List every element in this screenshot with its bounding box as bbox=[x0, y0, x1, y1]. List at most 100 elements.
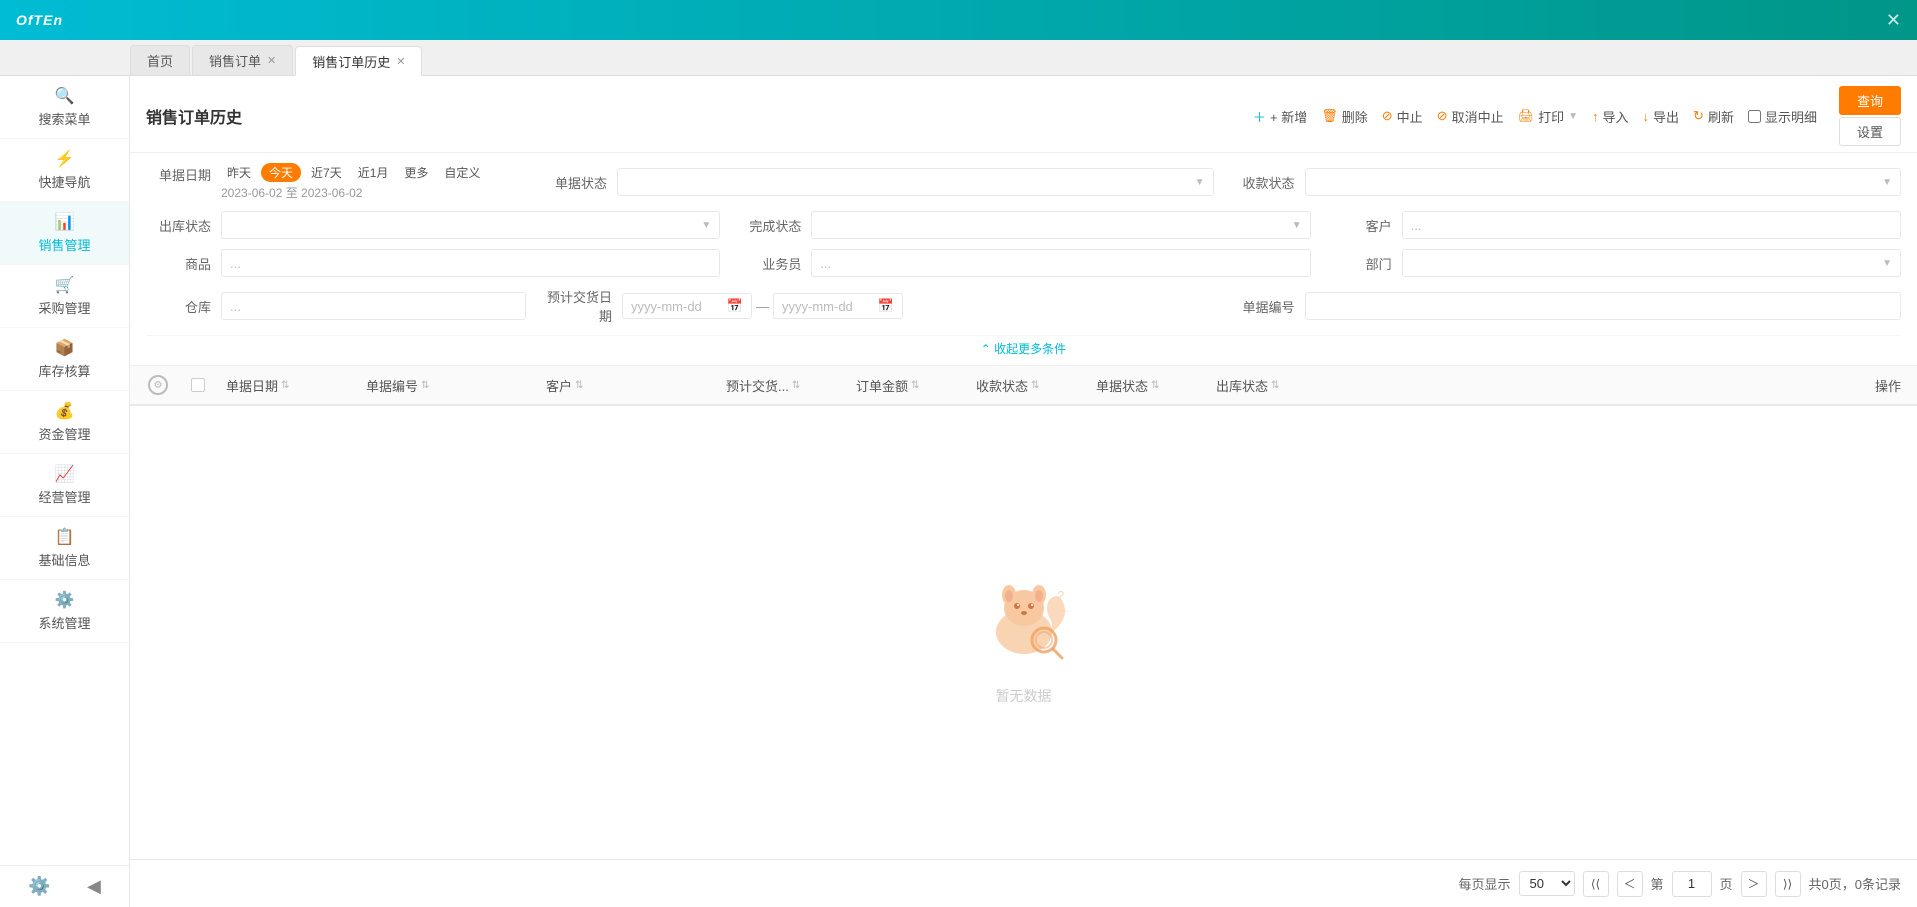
th-bill-status-sort-icon: ⇅ bbox=[1151, 380, 1159, 391]
outbound-status-arrow-icon: ▼ bbox=[701, 220, 711, 231]
purchase-mgmt-label: 采购管理 bbox=[38, 298, 90, 317]
th-action: 操作 bbox=[1328, 376, 1909, 395]
sidebar-collapse-icon[interactable]: ◀ bbox=[87, 876, 101, 897]
import-button[interactable]: ↑ 导入 bbox=[1592, 107, 1629, 126]
payment-status-label: 收款状态 bbox=[1230, 173, 1305, 192]
delivery-date-from-input[interactable]: yyyy-mm-dd 📅 bbox=[622, 293, 752, 319]
calendar-to-icon: 📅 bbox=[878, 298, 894, 314]
quick-nav-icon: ⚡ bbox=[55, 149, 75, 169]
first-page-btn[interactable]: ⟨⟨ bbox=[1583, 871, 1609, 897]
th-outbound-sort-icon: ⇅ bbox=[1271, 380, 1279, 391]
week-btn[interactable]: 近7天 bbox=[305, 163, 348, 182]
tab-sales-order-history-label: 销售订单历史 bbox=[312, 52, 390, 71]
bill-no-input[interactable] bbox=[1305, 292, 1902, 320]
sidebar-item-purchase-mgmt[interactable]: 🛒 采购管理 bbox=[0, 265, 129, 328]
sidebar-settings-icon[interactable]: ⚙️ bbox=[28, 876, 50, 897]
month-btn[interactable]: 近1月 bbox=[352, 163, 395, 182]
outbound-status-label: 出库状态 bbox=[146, 216, 221, 235]
complete-status-select[interactable]: ▼ bbox=[811, 211, 1310, 239]
sidebar-item-operations[interactable]: 📈 经营管理 bbox=[0, 454, 129, 517]
sidebar-item-inventory[interactable]: 📦 库存核算 bbox=[0, 328, 129, 391]
bill-status-select[interactable]: ▼ bbox=[617, 168, 1214, 196]
th-customer[interactable]: 客户 ⇅ bbox=[538, 376, 718, 395]
bill-status-arrow-icon: ▼ bbox=[1195, 177, 1205, 188]
finance-icon: 💰 bbox=[55, 401, 75, 421]
department-select[interactable]: ▼ bbox=[1402, 249, 1901, 277]
tab-sales-order[interactable]: 销售订单 ✕ bbox=[192, 45, 293, 75]
customer-input[interactable]: ... bbox=[1402, 211, 1901, 239]
quick-nav-label: 快捷导航 bbox=[38, 172, 90, 191]
query-button[interactable]: 查询 bbox=[1839, 86, 1901, 115]
purchase-mgmt-icon: 🛒 bbox=[55, 275, 75, 295]
more-btn[interactable]: 更多 bbox=[398, 163, 434, 182]
warehouse-label: 仓库 bbox=[146, 297, 221, 316]
delivery-date-to-input[interactable]: yyyy-mm-dd 📅 bbox=[773, 293, 903, 319]
page-label: 第 bbox=[1651, 874, 1664, 893]
tab-sales-order-close[interactable]: ✕ bbox=[267, 54, 276, 67]
date-filter-label: 单据日期 bbox=[146, 163, 221, 184]
select-all-checkbox[interactable] bbox=[191, 378, 205, 392]
tab-sales-order-history-close[interactable]: ✕ bbox=[396, 55, 405, 68]
today-btn[interactable]: 今天 bbox=[261, 163, 301, 182]
new-button[interactable]: ＋ + 新增 bbox=[1253, 107, 1307, 126]
th-amount-sort-icon: ⇅ bbox=[911, 380, 919, 391]
table-settings-col[interactable]: ⚙ bbox=[138, 375, 178, 395]
print-icon: 🖨 bbox=[1518, 108, 1535, 124]
settings-button[interactable]: 设置 bbox=[1839, 117, 1901, 146]
th-date[interactable]: 单据日期 ⇅ bbox=[218, 376, 358, 395]
import-icon: ↑ bbox=[1592, 109, 1599, 124]
print-button[interactable]: 🖨 打印 ▼ bbox=[1518, 107, 1578, 126]
product-label: 商品 bbox=[146, 254, 221, 273]
per-page-select[interactable]: 10 20 50 100 bbox=[1519, 871, 1575, 896]
sys-mgmt-icon: ⚙️ bbox=[55, 590, 75, 610]
th-amount[interactable]: 订单金额 ⇅ bbox=[848, 376, 968, 395]
operations-label: 经营管理 bbox=[38, 487, 90, 506]
stop-button[interactable]: ⊘ 中止 bbox=[1382, 107, 1423, 126]
th-payment[interactable]: 收款状态 ⇅ bbox=[968, 376, 1088, 395]
warehouse-input[interactable]: ... bbox=[221, 292, 526, 320]
print-arrow-icon: ▼ bbox=[1568, 111, 1578, 122]
payment-status-select[interactable]: ▼ bbox=[1305, 168, 1902, 196]
bill-status-label: 单据状态 bbox=[542, 173, 617, 192]
sidebar-item-basic-info[interactable]: 📋 基础信息 bbox=[0, 517, 129, 580]
custom-btn[interactable]: 自定义 bbox=[438, 163, 486, 182]
complete-status-arrow-icon: ▼ bbox=[1292, 220, 1302, 231]
sidebar-item-quick-nav[interactable]: ⚡ 快捷导航 bbox=[0, 139, 129, 202]
sidebar-item-finance[interactable]: 💰 资金管理 bbox=[0, 391, 129, 454]
display-checkbox[interactable] bbox=[1748, 110, 1761, 123]
salesperson-label: 业务员 bbox=[736, 254, 811, 273]
sidebar-item-search-menu[interactable]: 🔍 搜索菜单 bbox=[0, 76, 129, 139]
display-toggle[interactable]: 显示明细 bbox=[1748, 107, 1817, 126]
export-button[interactable]: ↓ 导出 bbox=[1643, 107, 1680, 126]
tab-home[interactable]: 首页 bbox=[130, 45, 190, 75]
th-delivery[interactable]: 预计交货... ⇅ bbox=[718, 376, 848, 395]
refresh-button[interactable]: ↻ 刷新 bbox=[1693, 107, 1734, 126]
salesperson-input[interactable]: ... bbox=[811, 249, 1310, 277]
cancel-stop-button[interactable]: ⊘ 取消中止 bbox=[1437, 107, 1504, 126]
svg-text:?: ? bbox=[1057, 588, 1064, 603]
delete-button[interactable]: 🗑 删除 bbox=[1321, 107, 1368, 126]
th-date-sort-icon: ⇅ bbox=[281, 380, 289, 391]
yesterday-btn[interactable]: 昨天 bbox=[221, 163, 257, 182]
close-window-icon[interactable]: ✕ bbox=[1886, 10, 1901, 31]
th-payment-sort-icon: ⇅ bbox=[1031, 380, 1039, 391]
collapse-conditions-btn[interactable]: ⌃ 收起更多条件 bbox=[146, 335, 1901, 365]
th-no[interactable]: 单据编号 ⇅ bbox=[358, 376, 538, 395]
tab-home-label: 首页 bbox=[147, 51, 173, 70]
brand-logo: OfTEn bbox=[16, 12, 63, 28]
product-input[interactable]: ... bbox=[221, 249, 720, 277]
sidebar-item-sales-mgmt[interactable]: 📊 销售管理 bbox=[0, 202, 129, 265]
next-page-btn[interactable]: ＞ bbox=[1741, 871, 1767, 897]
refresh-icon: ↻ bbox=[1693, 108, 1704, 124]
outbound-status-select[interactable]: ▼ bbox=[221, 211, 720, 239]
sidebar-item-sys-mgmt[interactable]: ⚙️ 系统管理 bbox=[0, 580, 129, 643]
tab-sales-order-history[interactable]: 销售订单历史 ✕ bbox=[295, 46, 422, 76]
th-bill-status[interactable]: 单据状态 ⇅ bbox=[1088, 376, 1208, 395]
prev-page-btn[interactable]: ＜ bbox=[1617, 871, 1643, 897]
page-input[interactable]: 1 bbox=[1672, 871, 1712, 897]
th-outbound[interactable]: 出库状态 ⇅ bbox=[1208, 376, 1328, 395]
cancel-stop-icon: ⊘ bbox=[1437, 108, 1448, 124]
table-check-col[interactable] bbox=[178, 378, 218, 392]
delivery-date-label: 预计交货日期 bbox=[542, 287, 622, 325]
last-page-btn[interactable]: ⟩⟩ bbox=[1775, 871, 1801, 897]
